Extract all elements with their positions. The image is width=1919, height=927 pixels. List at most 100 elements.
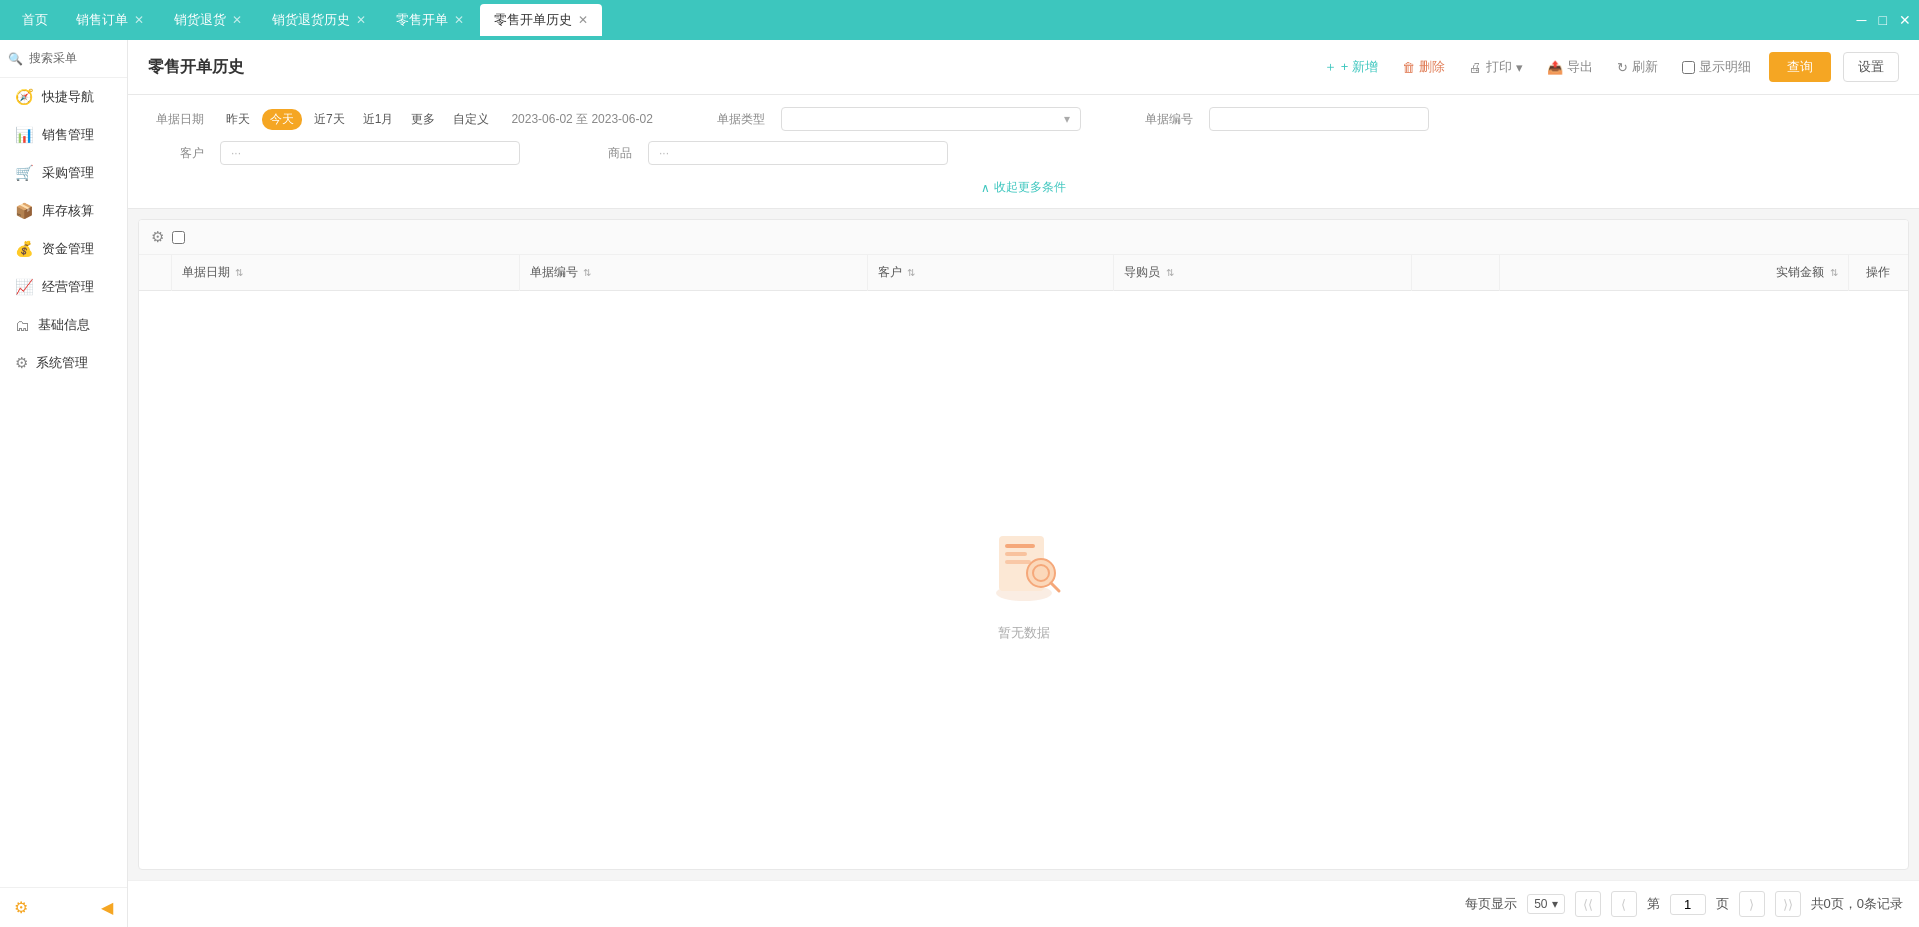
date-opt-7days[interactable]: 近7天 xyxy=(308,109,351,130)
delete-label: 删除 xyxy=(1419,58,1445,76)
tab-retail-open-label: 零售开单 xyxy=(396,11,448,29)
tab-sales-return[interactable]: 销货退货 ✕ xyxy=(160,4,256,36)
query-button[interactable]: 查询 xyxy=(1769,52,1831,82)
settings-gear-icon[interactable]: ⚙ xyxy=(14,898,28,917)
per-page-select[interactable]: 50 ▾ xyxy=(1527,894,1564,914)
print-icon: 🖨 xyxy=(1469,60,1482,75)
maximize-icon[interactable]: □ xyxy=(1879,12,1887,28)
page-label-post: 页 xyxy=(1716,895,1729,913)
sidebar-item-sales-mgmt[interactable]: 📊 销售管理 xyxy=(0,116,127,154)
tab-home-label: 首页 xyxy=(22,11,48,29)
tab-home[interactable]: 首页 xyxy=(8,4,62,36)
sidebar-item-operation[interactable]: 📈 经营管理 xyxy=(0,268,127,306)
tab-sales-order-label: 销售订单 xyxy=(76,11,128,29)
sidebar-item-finance-label: 资金管理 xyxy=(42,240,94,258)
customer-input[interactable]: ··· xyxy=(220,141,520,165)
table-select-all-checkbox[interactable] xyxy=(172,231,185,244)
display-cols-checkbox[interactable] xyxy=(1682,61,1695,74)
per-page-label: 每页显示 xyxy=(1465,895,1517,913)
table-area: ⚙ 单据日期 ⇅ 单据编号 ⇅ xyxy=(138,219,1909,870)
display-cols-label: 显示明细 xyxy=(1699,58,1751,76)
print-label: 打印 xyxy=(1486,58,1512,76)
refresh-button[interactable]: ↻ 刷新 xyxy=(1611,54,1664,80)
table-settings-toolbar: ⚙ xyxy=(139,220,1908,255)
number-input-field[interactable] xyxy=(1220,112,1418,126)
tab-sales-return-history-close[interactable]: ✕ xyxy=(356,13,366,27)
page-last-button[interactable]: ⟩⟩ xyxy=(1775,891,1801,917)
page-first-button[interactable]: ⟨⟨ xyxy=(1575,891,1601,917)
filter-area: 单据日期 昨天 今天 近7天 近1月 更多 自定义 2023-06-02 至 2… xyxy=(128,95,1919,209)
sidebar-item-quick-nav[interactable]: 🧭 快捷导航 xyxy=(0,78,127,116)
display-cols-button[interactable]: 显示明细 xyxy=(1676,54,1757,80)
minimize-icon[interactable]: ─ xyxy=(1857,12,1867,28)
window-controls: ─ □ ✕ xyxy=(1857,12,1911,28)
goods-input[interactable]: ··· xyxy=(648,141,948,165)
tab-retail-open[interactable]: 零售开单 ✕ xyxy=(382,4,478,36)
tab-retail-open-history[interactable]: 零售开单历史 ✕ xyxy=(480,4,602,36)
sidebar-collapse-icon[interactable]: ◀ xyxy=(101,898,113,917)
basic-info-icon: 🗂 xyxy=(15,317,30,334)
sidebar-item-inventory[interactable]: 📦 库存核算 xyxy=(0,192,127,230)
type-select-arrow: ▾ xyxy=(1064,112,1070,126)
date-options: 昨天 今天 近7天 近1月 更多 自定义 xyxy=(220,109,495,130)
page-label-pre: 第 xyxy=(1647,895,1660,913)
tab-retail-open-history-close[interactable]: ✕ xyxy=(578,13,588,27)
page-input[interactable] xyxy=(1670,894,1706,915)
sidebar-search[interactable]: 🔍 搜索采单 xyxy=(0,40,127,78)
quick-nav-icon: 🧭 xyxy=(15,88,34,106)
date-opt-yesterday[interactable]: 昨天 xyxy=(220,109,256,130)
per-page-arrow: ▾ xyxy=(1552,897,1558,911)
sidebar-item-basic-info-label: 基础信息 xyxy=(38,316,90,334)
date-opt-today[interactable]: 今天 xyxy=(262,109,302,130)
export-button[interactable]: 📤 导出 xyxy=(1541,54,1599,80)
col-header-amount[interactable]: 实销金额 ⇅ xyxy=(1500,255,1848,291)
content-area: 零售开单历史 ＋ + 新增 🗑 删除 🖨 打印 ▾ 📤 导出 xyxy=(128,40,1919,927)
number-input[interactable] xyxy=(1209,107,1429,131)
sidebar-item-inventory-label: 库存核算 xyxy=(42,202,94,220)
tab-sales-order[interactable]: 销售订单 ✕ xyxy=(62,4,158,36)
filter-collapse-button[interactable]: ∧ 收起更多条件 xyxy=(148,175,1899,200)
customer-placeholder: ··· xyxy=(231,146,241,160)
col-header-checkbox xyxy=(139,255,171,291)
filter-row-1: 单据日期 昨天 今天 近7天 近1月 更多 自定义 2023-06-02 至 2… xyxy=(148,107,1899,131)
date-opt-1month[interactable]: 近1月 xyxy=(357,109,400,130)
page-prev-button[interactable]: ⟨ xyxy=(1611,891,1637,917)
top-tab-bar: 首页 销售订单 ✕ 销货退货 ✕ 销货退货历史 ✕ 零售开单 ✕ 零售开单历史 … xyxy=(0,0,1919,40)
page-next-button[interactable]: ⟩ xyxy=(1739,891,1765,917)
sidebar-item-system-label: 系统管理 xyxy=(36,354,88,372)
date-opt-more[interactable]: 更多 xyxy=(405,109,441,130)
table-settings-icon[interactable]: ⚙ xyxy=(151,228,164,246)
sidebar-item-purchase-mgmt[interactable]: 🛒 采购管理 xyxy=(0,154,127,192)
search-icon: 🔍 xyxy=(8,52,23,66)
col-header-customer[interactable]: 客户 ⇅ xyxy=(867,255,1114,291)
date-opt-custom[interactable]: 自定义 xyxy=(447,109,495,130)
type-select[interactable]: ▾ xyxy=(781,107,1081,131)
sidebar-item-system[interactable]: ⚙ 系统管理 xyxy=(0,344,127,382)
delete-button[interactable]: 🗑 删除 xyxy=(1396,54,1451,80)
empty-state: 暂无数据 xyxy=(139,291,1908,869)
refresh-label: 刷新 xyxy=(1632,58,1658,76)
date-sort-icon: ⇅ xyxy=(235,267,243,278)
sidebar-item-basic-info[interactable]: 🗂 基础信息 xyxy=(0,306,127,344)
print-button[interactable]: 🖨 打印 ▾ xyxy=(1463,54,1529,80)
type-filter-label: 单据类型 xyxy=(709,111,765,128)
close-icon[interactable]: ✕ xyxy=(1899,12,1911,28)
filter-row-2: 客户 ··· 商品 ··· xyxy=(148,141,1899,165)
col-header-action: 操作 xyxy=(1848,255,1908,291)
sidebar-search-label: 搜索采单 xyxy=(29,50,77,67)
sales-mgmt-icon: 📊 xyxy=(15,126,34,144)
tab-retail-open-close[interactable]: ✕ xyxy=(454,13,464,27)
sidebar-item-finance[interactable]: 💰 资金管理 xyxy=(0,230,127,268)
collapse-label: 收起更多条件 xyxy=(994,179,1066,196)
tab-sales-return-history-label: 销货退货历史 xyxy=(272,11,350,29)
tab-sales-return-history[interactable]: 销货退货历史 ✕ xyxy=(258,4,380,36)
tab-sales-order-close[interactable]: ✕ xyxy=(134,13,144,27)
tab-sales-return-close[interactable]: ✕ xyxy=(232,13,242,27)
svg-rect-4 xyxy=(1005,560,1031,564)
setting-button[interactable]: 设置 xyxy=(1843,52,1899,82)
add-button[interactable]: ＋ + 新增 xyxy=(1318,54,1384,80)
col-header-number[interactable]: 单据编号 ⇅ xyxy=(519,255,867,291)
col-header-date[interactable]: 单据日期 ⇅ xyxy=(171,255,519,291)
number-filter-label: 单据编号 xyxy=(1137,111,1193,128)
col-header-salesperson[interactable]: 导购员 ⇅ xyxy=(1114,255,1411,291)
